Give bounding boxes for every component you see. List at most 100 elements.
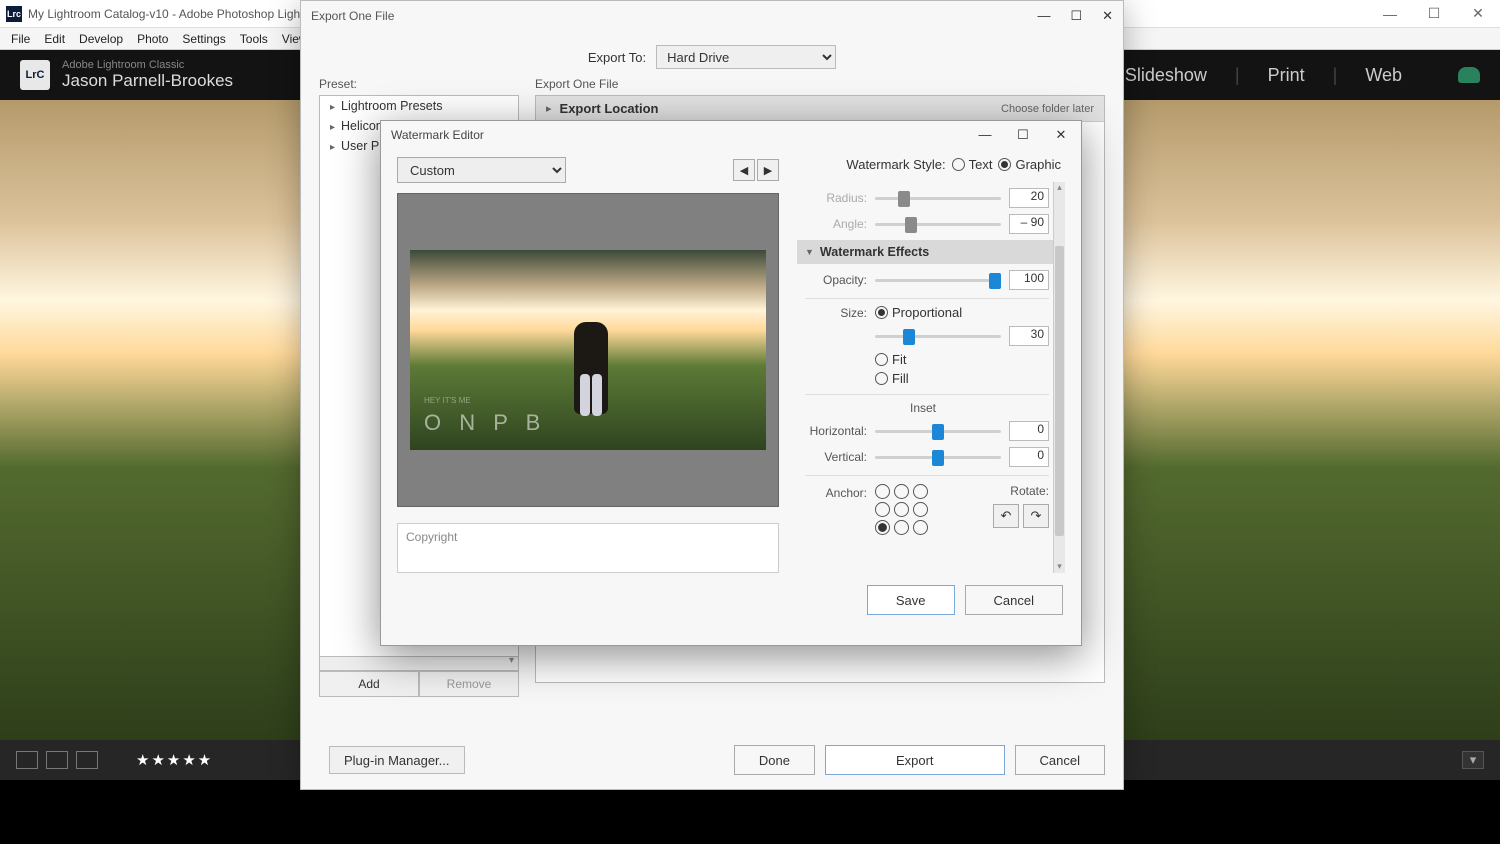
watermark-settings-panel: Radius: 20 Angle: – 90 Watermark Effects… xyxy=(797,182,1065,573)
identity-plate: Jason Parnell-Brookes xyxy=(62,71,233,91)
angle-label: Angle: xyxy=(797,217,867,231)
menu-file[interactable]: File xyxy=(4,32,37,46)
preview-watermark-small: HEY IT'S ME xyxy=(424,397,471,406)
size-fit-radio[interactable]: Fit xyxy=(875,352,1065,367)
anchor-tr[interactable] xyxy=(913,484,928,499)
watermark-style-label: Watermark Style: xyxy=(846,157,945,172)
wm-minimize-icon[interactable]: — xyxy=(975,127,995,143)
vertical-slider[interactable] xyxy=(875,448,1001,466)
preview-watermark-text: O N P B xyxy=(424,410,546,436)
sections-label: Export One File xyxy=(535,77,1105,91)
module-web[interactable]: Web xyxy=(1365,65,1402,86)
export-minimize-icon[interactable]: — xyxy=(1037,8,1050,24)
radius-slider[interactable] xyxy=(875,189,1001,207)
rotate-cw-button[interactable]: ↷ xyxy=(1023,504,1049,528)
inset-label: Inset xyxy=(797,401,1065,415)
rating-stars[interactable]: ★★★★★ xyxy=(136,751,213,769)
preset-item[interactable]: Lightroom Presets xyxy=(320,96,518,116)
size-slider[interactable] xyxy=(875,327,1001,345)
rotate-ccw-button[interactable]: ↶ xyxy=(993,504,1019,528)
settings-scrollbar[interactable]: ▴ ▾ xyxy=(1053,182,1065,573)
watermark-editor-dialog: Watermark Editor — ☐ ✕ Custom ◀ ▶ HEY IT… xyxy=(380,120,1082,646)
export-button[interactable]: Export xyxy=(825,745,1005,775)
scroll-thumb[interactable] xyxy=(1055,246,1064,536)
opacity-slider[interactable] xyxy=(875,271,1001,289)
wm-maximize-icon[interactable]: ☐ xyxy=(1013,127,1033,143)
preview-image: HEY IT'S ME O N P B xyxy=(410,250,766,450)
horizontal-label: Horizontal: xyxy=(797,424,867,438)
scroll-down-icon[interactable]: ▾ xyxy=(1054,561,1065,573)
style-text-radio[interactable]: Text xyxy=(952,157,993,172)
cloud-sync-icon[interactable] xyxy=(1458,67,1480,83)
vertical-label: Vertical: xyxy=(797,450,867,464)
preview-next-button[interactable]: ▶ xyxy=(757,159,779,181)
anchor-br[interactable] xyxy=(913,520,928,535)
radius-value[interactable]: 20 xyxy=(1009,188,1049,208)
size-value[interactable]: 30 xyxy=(1009,326,1049,346)
anchor-bc[interactable] xyxy=(894,520,909,535)
preset-remove-button[interactable]: Remove xyxy=(419,671,519,697)
chevron-right-icon: ▸ xyxy=(546,102,552,115)
size-label: Size: xyxy=(797,306,867,320)
menu-photo[interactable]: Photo xyxy=(130,32,175,46)
wm-close-icon[interactable]: ✕ xyxy=(1051,127,1071,143)
survey-view-icon[interactable] xyxy=(76,751,98,769)
anchor-tl[interactable] xyxy=(875,484,890,499)
anchor-label: Anchor: xyxy=(797,484,867,500)
wm-cancel-button[interactable]: Cancel xyxy=(965,585,1063,615)
opacity-value[interactable]: 100 xyxy=(1009,270,1049,290)
preview-subject xyxy=(574,322,608,414)
os-close-icon[interactable]: ✕ xyxy=(1456,0,1500,28)
os-minimize-icon[interactable]: — xyxy=(1368,0,1412,28)
menu-develop[interactable]: Develop xyxy=(72,32,130,46)
anchor-tc[interactable] xyxy=(894,484,909,499)
watermark-preset-select[interactable]: Custom xyxy=(397,157,566,183)
preset-add-button[interactable]: Add xyxy=(319,671,419,697)
preview-prev-button[interactable]: ◀ xyxy=(733,159,755,181)
toolbar-menu-icon[interactable]: ▾ xyxy=(1462,751,1484,769)
preset-label: Preset: xyxy=(319,77,519,91)
export-to-label: Export To: xyxy=(588,50,646,65)
window-title: My Lightroom Catalog-v10 - Adobe Photosh… xyxy=(28,7,321,21)
module-slideshow[interactable]: Slideshow xyxy=(1125,65,1207,86)
scroll-up-icon[interactable]: ▴ xyxy=(1054,182,1065,194)
size-fill-radio[interactable]: Fill xyxy=(875,371,1065,386)
app-icon: Lrc xyxy=(6,6,22,22)
anchor-ml[interactable] xyxy=(875,502,890,517)
watermark-preview: HEY IT'S ME O N P B xyxy=(397,193,779,507)
export-dialog-title: Export One File xyxy=(311,9,394,23)
export-maximize-icon[interactable]: ☐ xyxy=(1070,8,1082,24)
menu-edit[interactable]: Edit xyxy=(37,32,72,46)
horizontal-slider[interactable] xyxy=(875,422,1001,440)
angle-slider[interactable] xyxy=(875,215,1001,233)
product-name: Adobe Lightroom Classic xyxy=(62,59,233,71)
menu-tools[interactable]: Tools xyxy=(233,32,275,46)
preset-scrollbar[interactable] xyxy=(319,657,519,671)
save-button[interactable]: Save xyxy=(867,585,955,615)
angle-value[interactable]: – 90 xyxy=(1009,214,1049,234)
compare-view-icon[interactable] xyxy=(46,751,68,769)
anchor-mc[interactable] xyxy=(894,502,909,517)
export-to-select[interactable]: Hard Drive xyxy=(656,45,836,69)
lr-logo: LrC xyxy=(20,60,50,90)
anchor-grid[interactable] xyxy=(875,484,929,535)
export-close-icon[interactable]: ✕ xyxy=(1102,8,1113,24)
style-graphic-radio[interactable]: Graphic xyxy=(998,157,1061,172)
module-print[interactable]: Print xyxy=(1268,65,1305,86)
watermark-effects-header[interactable]: Watermark Effects xyxy=(797,240,1065,264)
section-export-location[interactable]: ▸ Export Location Choose folder later xyxy=(536,96,1104,122)
copyright-input[interactable]: Copyright xyxy=(397,523,779,573)
watermark-dialog-title: Watermark Editor xyxy=(391,128,484,142)
os-maximize-icon[interactable]: ☐ xyxy=(1412,0,1456,28)
menu-settings[interactable]: Settings xyxy=(175,32,232,46)
done-button[interactable]: Done xyxy=(734,745,815,775)
plugin-manager-button[interactable]: Plug-in Manager... xyxy=(329,746,465,774)
horizontal-value[interactable]: 0 xyxy=(1009,421,1049,441)
rotate-label: Rotate: xyxy=(993,484,1049,498)
anchor-bl[interactable] xyxy=(875,520,890,535)
anchor-mr[interactable] xyxy=(913,502,928,517)
vertical-value[interactable]: 0 xyxy=(1009,447,1049,467)
size-proportional-radio[interactable]: Proportional xyxy=(875,305,962,320)
export-cancel-button[interactable]: Cancel xyxy=(1015,745,1105,775)
loupe-view-icon[interactable] xyxy=(16,751,38,769)
